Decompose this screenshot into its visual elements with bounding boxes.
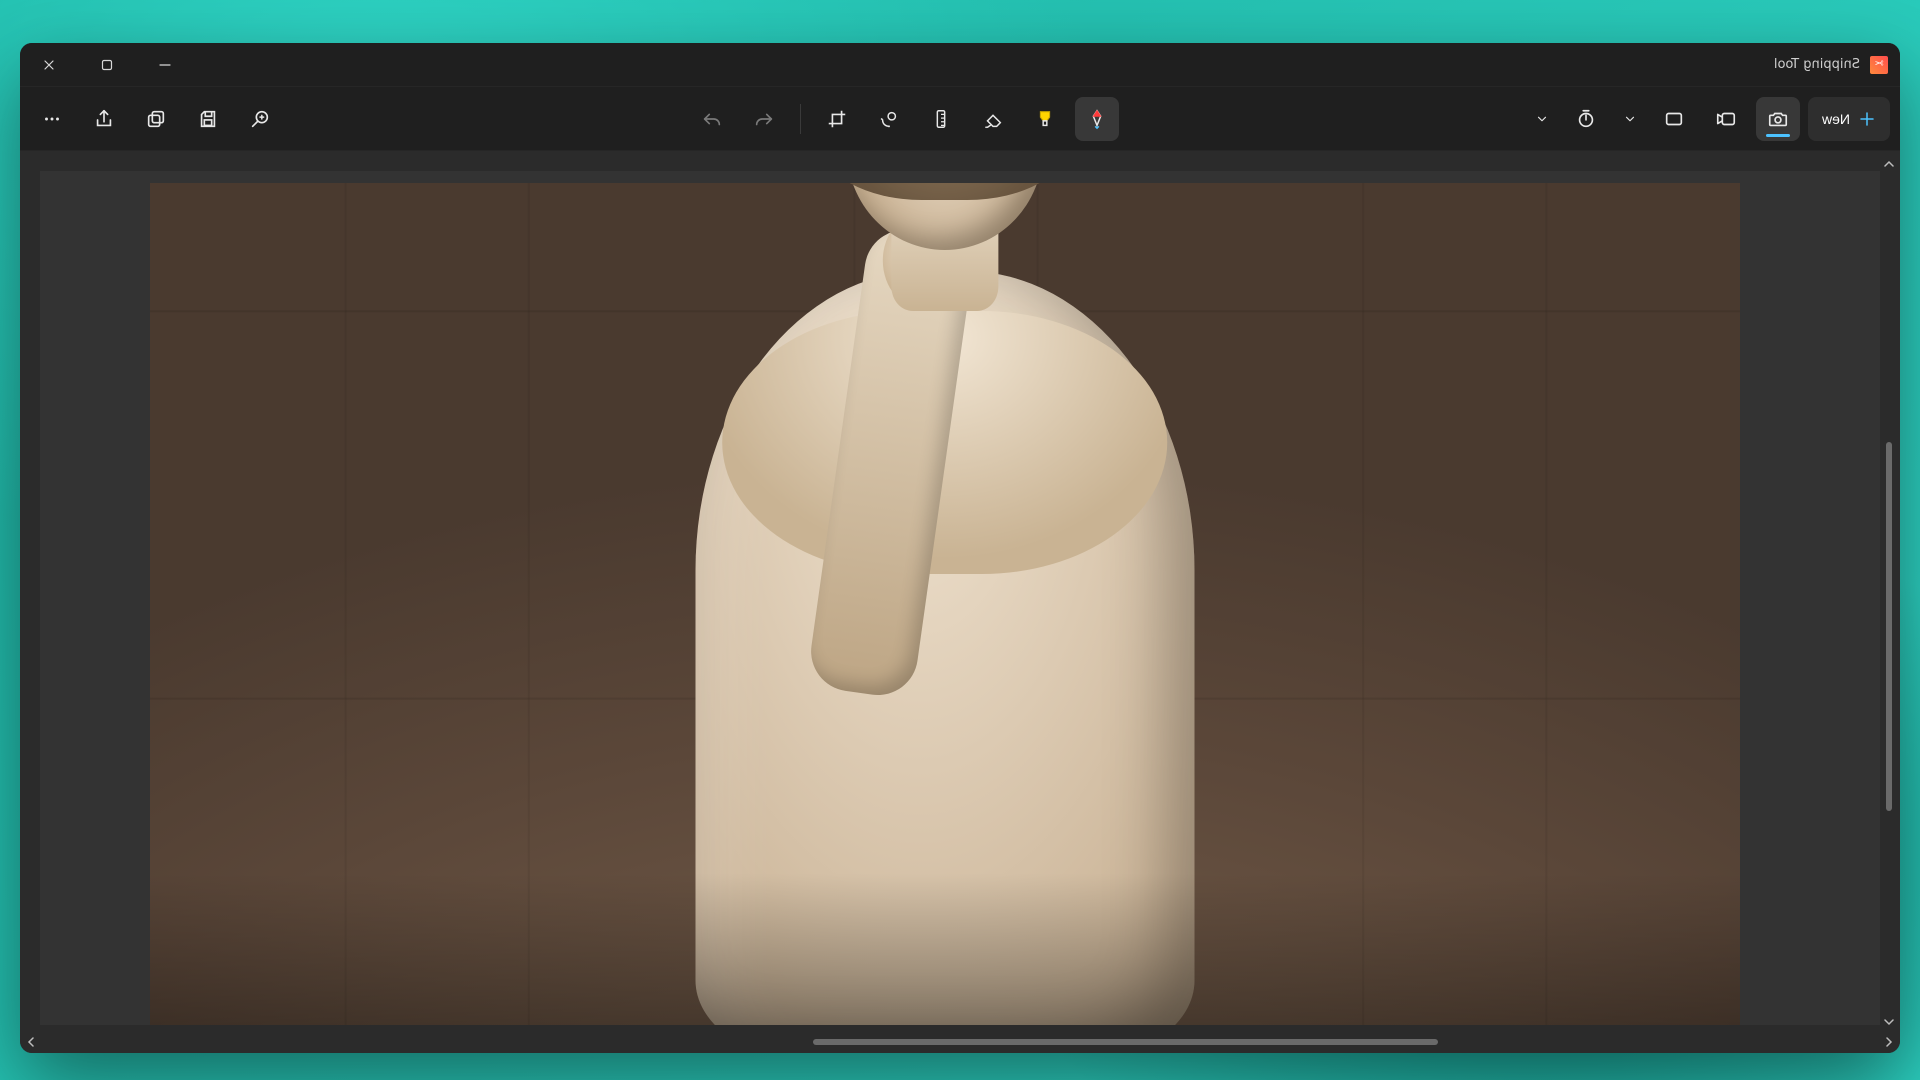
annotation-tools	[815, 97, 1119, 141]
delay-group	[1528, 97, 1608, 141]
more-button[interactable]	[30, 97, 74, 141]
ruler-tool-button[interactable]	[919, 97, 963, 141]
ruler-icon	[930, 108, 952, 130]
chevron-down-icon	[1535, 112, 1549, 126]
scroll-down-button[interactable]	[1882, 1015, 1896, 1029]
active-mode-underline	[1766, 134, 1790, 137]
highlighter-tool-button[interactable]	[1023, 97, 1067, 141]
undo-button[interactable]	[742, 97, 786, 141]
timer-icon	[1575, 108, 1597, 130]
window-controls	[20, 43, 194, 86]
image-vignette	[150, 873, 1740, 1025]
caret-up-icon	[1884, 159, 1894, 169]
maximize-icon	[101, 59, 113, 71]
snip-shape-chevron[interactable]	[1616, 97, 1644, 141]
caret-right-icon	[26, 1037, 36, 1047]
copy-icon	[145, 108, 167, 130]
save-button[interactable]	[186, 97, 230, 141]
redo-icon	[701, 108, 723, 130]
scroll-right-button[interactable]	[24, 1035, 38, 1049]
capture-mode-group	[1704, 97, 1800, 141]
canvas[interactable]	[40, 171, 1880, 1025]
redo-button[interactable]	[690, 97, 734, 141]
copy-button[interactable]	[134, 97, 178, 141]
titlebar[interactable]: Snipping Tool	[20, 43, 1900, 87]
pen-tool-button[interactable]	[1075, 97, 1119, 141]
more-icon	[41, 108, 63, 130]
app-title: Snipping Tool	[1774, 57, 1860, 72]
history-group	[690, 97, 786, 141]
app-window: Snipping Tool New	[20, 43, 1900, 1053]
vertical-scroll-track[interactable]	[1886, 173, 1892, 1013]
pen-icon	[1086, 108, 1108, 130]
app-icon	[1870, 56, 1888, 74]
action-group	[30, 97, 282, 141]
toolbar-divider	[800, 104, 801, 134]
shapes-icon	[878, 108, 900, 130]
scroll-up-button[interactable]	[1882, 157, 1896, 171]
canvas-area	[20, 151, 1900, 1053]
caret-left-icon	[1884, 1037, 1894, 1047]
record-mode-button[interactable]	[1704, 97, 1748, 141]
captured-image[interactable]	[150, 183, 1740, 1025]
horizontal-scroll-thumb[interactable]	[813, 1039, 1439, 1045]
maximize-button[interactable]	[78, 43, 136, 86]
chevron-down-icon	[1623, 112, 1637, 126]
highlighter-icon	[1034, 108, 1056, 130]
camera-icon	[1767, 108, 1789, 130]
plus-icon	[1858, 110, 1876, 128]
eraser-icon	[982, 108, 1004, 130]
save-icon	[197, 108, 219, 130]
toolbar: New	[20, 87, 1900, 151]
zoom-icon	[249, 108, 271, 130]
share-button[interactable]	[82, 97, 126, 141]
undo-icon	[753, 108, 775, 130]
delay-button[interactable]	[1564, 97, 1608, 141]
shapes-tool-button[interactable]	[867, 97, 911, 141]
close-icon	[43, 59, 55, 71]
minimize-button[interactable]	[136, 43, 194, 86]
eraser-tool-button[interactable]	[971, 97, 1015, 141]
snip-shape-button[interactable]	[1652, 97, 1696, 141]
new-snip-button[interactable]: New	[1808, 97, 1890, 141]
delay-chevron[interactable]	[1528, 97, 1556, 141]
horizontal-scroll-track[interactable]	[40, 1039, 1880, 1045]
share-icon	[93, 108, 115, 130]
vertical-scrollbar[interactable]	[1882, 157, 1896, 1029]
close-button[interactable]	[20, 43, 78, 86]
zoom-button[interactable]	[238, 97, 282, 141]
crop-tool-button[interactable]	[815, 97, 859, 141]
record-icon	[1715, 108, 1737, 130]
snip-shape-group	[1616, 97, 1696, 141]
vertical-scroll-thumb[interactable]	[1886, 442, 1892, 812]
crop-icon	[826, 108, 848, 130]
minimize-icon	[159, 59, 171, 71]
new-label: New	[1822, 111, 1850, 127]
caret-down-icon	[1884, 1017, 1894, 1027]
horizontal-scrollbar[interactable]	[24, 1035, 1896, 1049]
scroll-left-button[interactable]	[1882, 1035, 1896, 1049]
screenshot-mode-button[interactable]	[1756, 97, 1800, 141]
rectangle-icon	[1663, 108, 1685, 130]
